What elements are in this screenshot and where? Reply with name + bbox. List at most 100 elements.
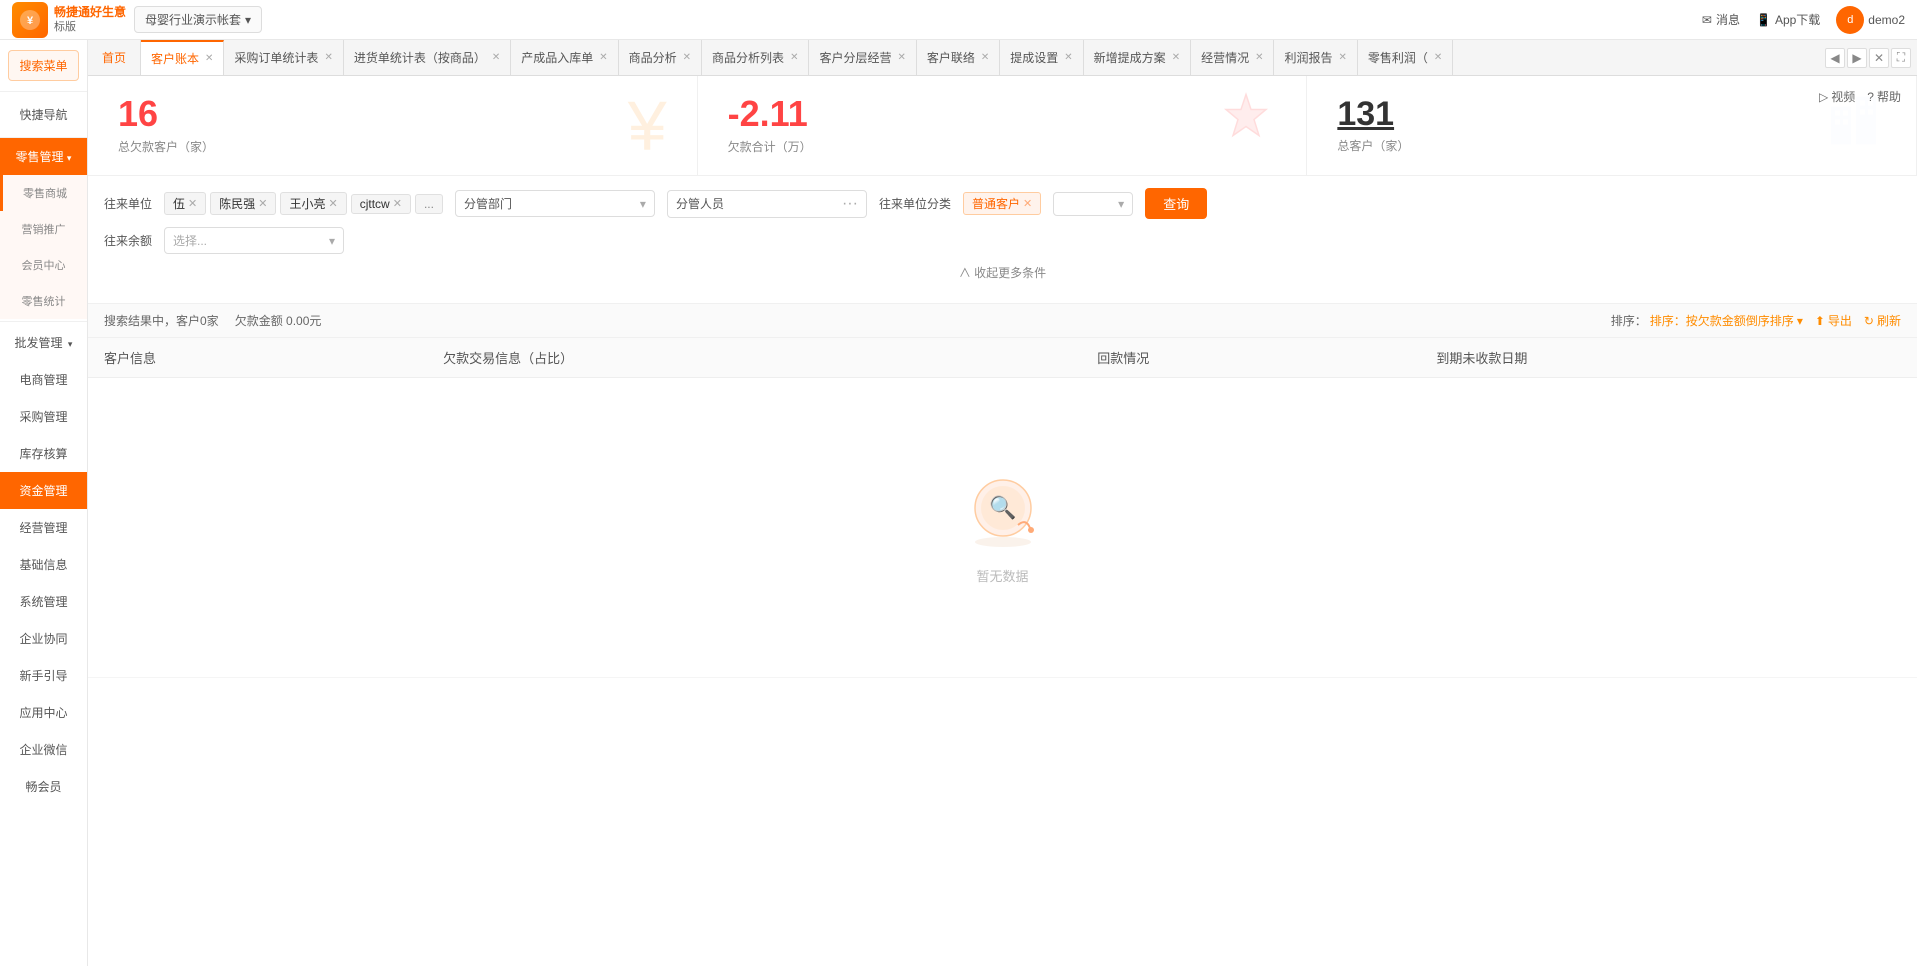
sidebar-item-enterprise-wechat[interactable]: 企业微信 <box>0 731 87 768</box>
collapse-btn[interactable]: ∧ 收起更多条件 <box>951 260 1054 285</box>
empty-icon: 🔍 <box>953 470 1053 550</box>
sort-select[interactable]: 排序： 排序：按欠款金额倒序排序 ▾ <box>1611 312 1803 329</box>
close-tab-11[interactable]: ✕ <box>1255 52 1263 63</box>
tab-customer-contact[interactable]: 客户联络 ✕ <box>917 40 1000 75</box>
tab-close-all-btn[interactable]: ✕ <box>1869 48 1889 68</box>
close-tab-customer-ledger[interactable]: ✕ <box>205 53 213 64</box>
tab-business-status[interactable]: 经营情况 ✕ <box>1191 40 1274 75</box>
divider-1 <box>0 321 87 322</box>
debt-total: 欠款金额 0.00元 <box>235 312 322 329</box>
unit-type-select[interactable]: ▾ <box>1053 192 1133 216</box>
close-tab-5[interactable]: ✕ <box>683 52 691 63</box>
sidebar: 搜索菜单 快捷导航 零售管理 ▾ 零售商城 营销推广 会员中心 零售统计 批发管… <box>0 40 88 966</box>
tab-customer-tier-mgmt[interactable]: 客户分层经营 ✕ <box>809 40 916 75</box>
close-tab-9[interactable]: ✕ <box>1064 52 1072 63</box>
sidebar-item-finance-mgmt[interactable]: 资金管理 <box>0 472 87 509</box>
svg-text:¥: ¥ <box>27 15 34 27</box>
sidebar-item-new-guide[interactable]: 新手引导 <box>0 657 87 694</box>
col-debt-info: 欠款交易信息（占比） <box>427 338 1081 378</box>
tab-finished-product-inbound[interactable]: 产成品入库单 ✕ <box>511 40 618 75</box>
main-layout: 搜索菜单 快捷导航 零售管理 ▾ 零售商城 营销推广 会员中心 零售统计 批发管… <box>0 40 1917 966</box>
sidebar-item-basic-info[interactable]: 基础信息 <box>0 546 87 583</box>
stat-value-total: 131 <box>1337 97 1394 131</box>
remove-type-tag[interactable]: ✕ <box>1023 197 1032 210</box>
logo-area: ¥ 畅捷通好生意 标版 <box>12 2 126 38</box>
tab-add-commission-plan[interactable]: 新增提成方案 ✕ <box>1084 40 1191 75</box>
tab-retail-profit[interactable]: 零售利润（ ✕ <box>1358 40 1453 75</box>
remove-tag-wu[interactable]: ✕ <box>188 197 197 210</box>
close-tab-2[interactable]: ✕ <box>324 52 332 63</box>
sidebar-item-wholesale-mgmt[interactable]: 批发管理 ▾ <box>0 324 87 361</box>
remove-tag-wang[interactable]: ✕ <box>329 197 338 210</box>
remove-tag-cjttcw[interactable]: ✕ <box>393 197 402 210</box>
content-area: 首页 客户账本 ✕ 采购订单统计表 ✕ 进货单统计表（按商品） ✕ 产成品入库单… <box>88 40 1917 966</box>
app-download-btn[interactable]: 📱 App下载 <box>1756 11 1820 28</box>
empty-state-cell: 🔍 暂无数据 <box>88 378 1917 678</box>
sidebar-item-retail-stats[interactable]: 零售统计 <box>0 283 87 319</box>
tab-profit-report[interactable]: 利润报告 ✕ <box>1274 40 1357 75</box>
refresh-btn[interactable]: ↻ 刷新 <box>1864 312 1901 329</box>
svg-text:🔍: 🔍 <box>989 493 1016 520</box>
top-bar-right: ✉ 消息 📱 App下载 d demo2 <box>1702 6 1905 34</box>
query-button[interactable]: 查询 <box>1145 188 1207 219</box>
close-tab-8[interactable]: ✕ <box>981 52 989 63</box>
sidebar-item-stock-check[interactable]: 库存核算 <box>0 435 87 472</box>
sidebar-item-purchase-mgmt[interactable]: 采购管理 <box>0 398 87 435</box>
close-tab-13[interactable]: ✕ <box>1434 52 1442 63</box>
close-tab-3[interactable]: ✕ <box>492 52 500 63</box>
sidebar-item-operation-mgmt[interactable]: 经营管理 <box>0 509 87 546</box>
close-tab-12[interactable]: ✕ <box>1339 52 1347 63</box>
sidebar-item-ecom-mgmt[interactable]: 电商管理 <box>0 361 87 398</box>
sidebar-item-quicknav[interactable]: 快捷导航 <box>0 98 87 131</box>
user-menu[interactable]: d demo2 <box>1836 6 1905 34</box>
sidebar-item-marketing[interactable]: 营销推广 <box>0 211 87 247</box>
person-filter[interactable]: 分管人员 ··· <box>667 190 867 218</box>
tab-next-btn[interactable]: ▶ <box>1847 48 1867 68</box>
remove-tag-chen[interactable]: ✕ <box>258 197 267 210</box>
tab-customer-ledger[interactable]: 客户账本 ✕ <box>141 40 224 75</box>
tab-maximize-btn[interactable]: ⛶ <box>1891 48 1911 68</box>
tab-purchase-order-stats[interactable]: 采购订单统计表 ✕ <box>224 40 343 75</box>
sidebar-search-btn[interactable]: 搜索菜单 <box>8 50 79 81</box>
help-btn[interactable]: ? 帮助 <box>1867 88 1901 105</box>
dept-filter[interactable]: 分管部门 ▾ <box>455 190 655 217</box>
tab-bar-controls: ◀ ▶ ✕ ⛶ <box>1819 48 1917 68</box>
sidebar-item-chang-member[interactable]: 畅会员 <box>0 768 87 805</box>
export-btn[interactable]: ⬆ 导出 <box>1815 312 1852 329</box>
stat-value-debt: -2.11 <box>728 96 808 132</box>
sidebar-item-retail-mall[interactable]: 零售商城 <box>0 175 87 211</box>
sidebar-item-enterprise-collab[interactable]: 企业协同 <box>0 620 87 657</box>
balance-select[interactable]: 选择... ▾ <box>164 227 344 254</box>
sidebar-item-app-center[interactable]: 应用中心 <box>0 694 87 731</box>
close-tab-10[interactable]: ✕ <box>1172 52 1180 63</box>
results-summary: 搜索结果中，客户0家 欠款金额 0.00元 <box>104 312 321 329</box>
empty-state: 🔍 暂无数据 <box>104 390 1901 665</box>
filter-tag-wang: 王小亮 ✕ <box>280 192 346 215</box>
sidebar-item-retail-mgmt[interactable]: 零售管理 ▾ <box>0 138 87 175</box>
tab-home[interactable]: 首页 <box>88 40 141 75</box>
tab-commission-settings[interactable]: 提成设置 ✕ <box>1000 40 1083 75</box>
sidebar-item-system-mgmt[interactable]: 系统管理 <box>0 583 87 620</box>
tab-prev-btn[interactable]: ◀ <box>1825 48 1845 68</box>
stat-icon-money: ¥ <box>628 86 667 166</box>
close-tab-6[interactable]: ✕ <box>790 52 798 63</box>
close-tab-7[interactable]: ✕ <box>897 52 905 63</box>
tab-product-analysis[interactable]: 商品分析 ✕ <box>619 40 702 75</box>
messages-btn[interactable]: ✉ 消息 <box>1702 11 1740 28</box>
unit-filter-label: 往来单位 <box>104 195 152 212</box>
avatar: d <box>1836 6 1864 34</box>
video-help-btn[interactable]: ▷ 视频 <box>1819 88 1855 105</box>
person-filter-dots[interactable]: ··· <box>842 195 858 213</box>
sidebar-item-member-center[interactable]: 会员中心 <box>0 247 87 283</box>
filter-type-tag-normal: 普通客户 ✕ <box>963 192 1041 215</box>
stat-icon-debt <box>1216 89 1276 162</box>
more-tags-btn[interactable]: ... <box>415 194 443 214</box>
tab-inbound-stats-by-product[interactable]: 进货单统计表（按商品） ✕ <box>344 40 511 75</box>
stat-card-debt: -2.11 欠款合计（万） <box>698 76 1308 175</box>
stat-value-customers: 16 <box>118 96 158 132</box>
tab-product-analysis-list[interactable]: 商品分析列表 ✕ <box>702 40 809 75</box>
close-tab-4[interactable]: ✕ <box>599 52 607 63</box>
balance-filter-label: 往来余额 <box>104 232 152 249</box>
filter-row-2: 往来余额 选择... ▾ <box>104 227 1901 254</box>
demo-select[interactable]: 母婴行业演示帐套 ▾ <box>134 6 262 33</box>
